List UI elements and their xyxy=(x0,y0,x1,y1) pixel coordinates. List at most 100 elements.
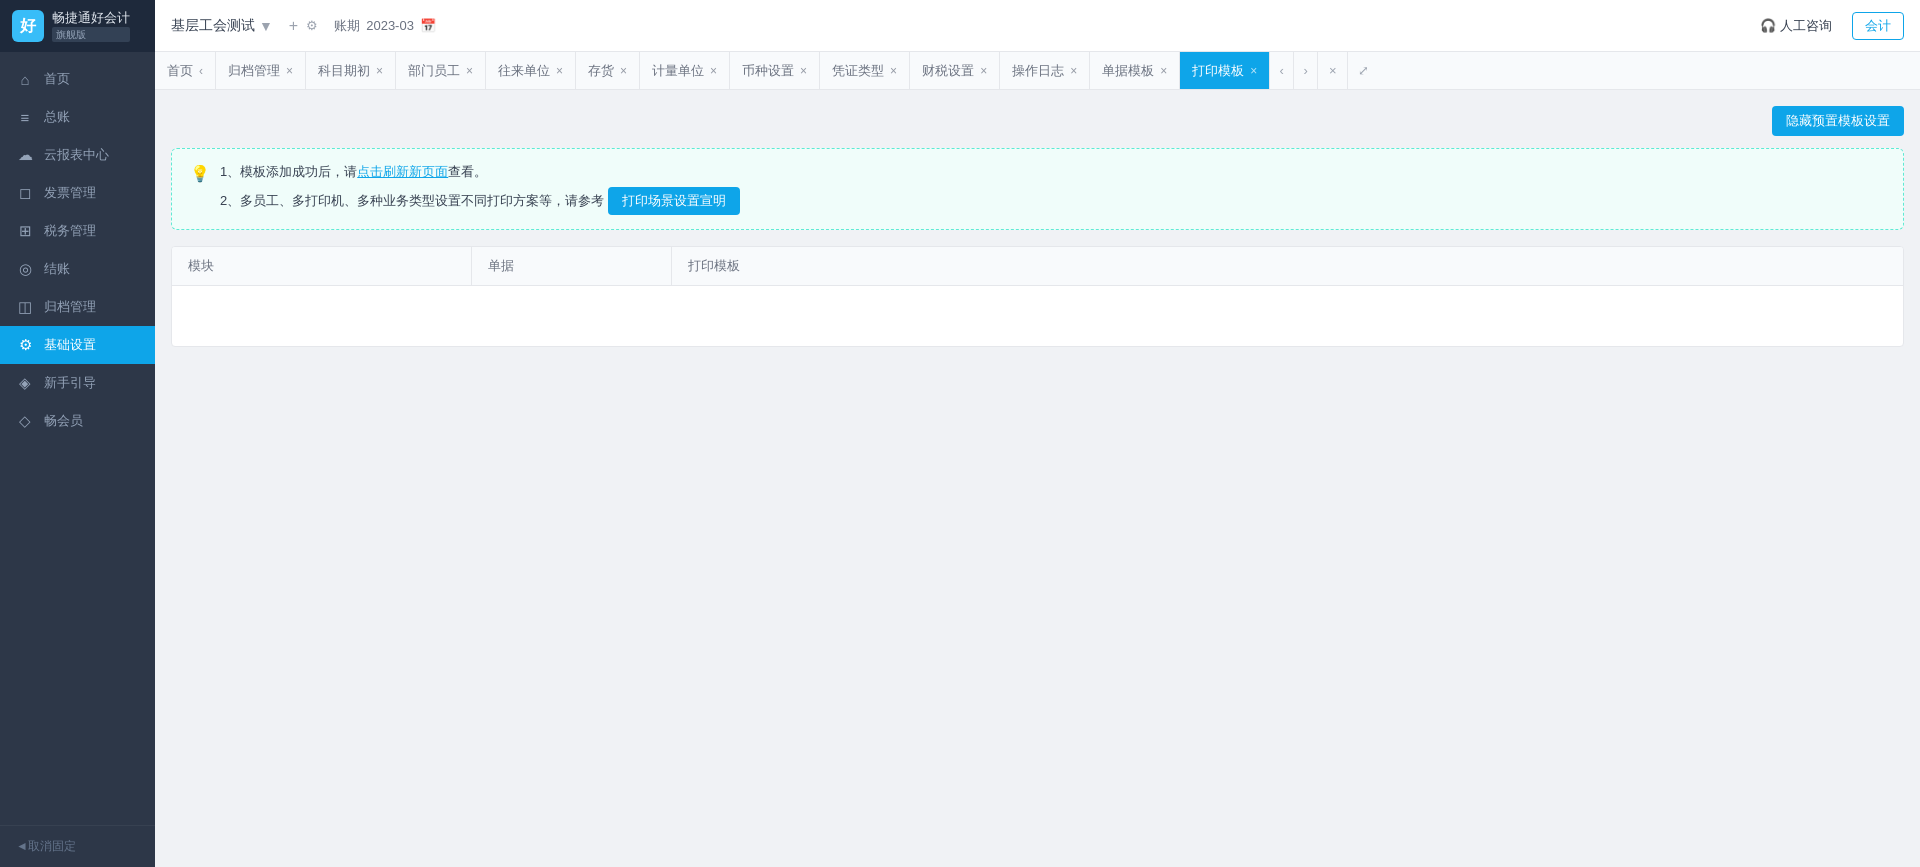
tab-print-template-label: 打印模板 xyxy=(1192,62,1244,80)
register-button[interactable]: 会计 xyxy=(1852,12,1904,40)
hide-template-button[interactable]: 隐藏预置模板设置 xyxy=(1772,106,1904,136)
th-print-template: 打印模板 xyxy=(672,247,1903,285)
tab-home-label: 首页 xyxy=(167,62,193,80)
tab-staff[interactable]: 部门员工 × xyxy=(396,52,486,90)
sidebar-item-reports[interactable]: ☁ 云报表中心 xyxy=(0,136,155,174)
sidebar-item-label: 基础设置 xyxy=(44,336,96,354)
sidebar-item-label: 畅会员 xyxy=(44,412,83,430)
tab-voucher-type-close[interactable]: × xyxy=(890,64,897,78)
tab-inventory[interactable]: 存货 × xyxy=(576,52,640,90)
sidebar-item-tax[interactable]: ⊞ 税务管理 xyxy=(0,212,155,250)
tab-expand-button[interactable]: ⤢ xyxy=(1348,52,1378,90)
tab-archive-mgmt[interactable]: 归档管理 × xyxy=(216,52,306,90)
tab-operation-log-close[interactable]: × xyxy=(1070,64,1077,78)
tab-units-close[interactable]: × xyxy=(710,64,717,78)
calendar-icon[interactable]: 📅 xyxy=(420,18,436,33)
guide-icon: ◈ xyxy=(16,374,34,392)
tab-partners[interactable]: 往来单位 × xyxy=(486,52,576,90)
tab-units-label: 计量单位 xyxy=(652,62,704,80)
tab-inventory-close[interactable]: × xyxy=(620,64,627,78)
tab-inventory-label: 存货 xyxy=(588,62,614,80)
tab-partners-label: 往来单位 xyxy=(498,62,550,80)
unpin-label: ◄取消固定 xyxy=(16,838,76,855)
tab-archive-mgmt-close[interactable]: × xyxy=(286,64,293,78)
tab-voucher-template[interactable]: 单据模板 × xyxy=(1090,52,1180,90)
tab-currency-close[interactable]: × xyxy=(800,64,807,78)
sidebar-item-label: 归档管理 xyxy=(44,298,96,316)
ledger-icon: ≡ xyxy=(16,109,34,126)
info-line1-suffix: 查看。 xyxy=(448,164,487,179)
info-row-2: 💡 2、多员工、多打印机、多种业务类型设置不同打印方案等，请参考 打印场景设置宣… xyxy=(190,187,1885,215)
print-explain-button[interactable]: 打印场景设置宣明 xyxy=(608,187,740,215)
sidebar: 好 畅捷通好会计 旗舰版 ⌂ 首页 ≡ 总账 ☁ 云报表中心 ◻ 发票管理 ⊞ … xyxy=(0,0,155,867)
period-label: 账期 xyxy=(334,17,360,35)
period-value: 2023-03 xyxy=(366,18,414,33)
sidebar-item-archive[interactable]: ◫ 归档管理 xyxy=(0,288,155,326)
tab-operation-log[interactable]: 操作日志 × xyxy=(1000,52,1090,90)
tab-print-template[interactable]: 打印模板 × xyxy=(1180,52,1270,90)
tab-staff-close[interactable]: × xyxy=(466,64,473,78)
tabbar: 首页 ‹ 归档管理 × 科目期初 × 部门员工 × 往来单位 × 存货 × 计量… xyxy=(155,52,1920,90)
tab-tax-settings-label: 财税设置 xyxy=(922,62,974,80)
tab-home[interactable]: 首页 ‹ xyxy=(155,52,216,90)
company-name: 基层工会测试 xyxy=(171,17,255,35)
sidebar-item-ledger[interactable]: ≡ 总账 xyxy=(0,98,155,136)
tab-tax-settings-close[interactable]: × xyxy=(980,64,987,78)
settings-gear-button[interactable]: ⚙ xyxy=(306,18,318,33)
content-area: 隐藏预置模板设置 💡 1、模板添加成功后，请点击刷新新页面查看。 💡 2、多员工… xyxy=(155,90,1920,867)
headset-icon: 🎧 xyxy=(1760,18,1776,33)
tab-voucher-type[interactable]: 凭证类型 × xyxy=(820,52,910,90)
logo-icon: 好 xyxy=(12,10,44,42)
tab-next-button[interactable]: › xyxy=(1294,52,1318,90)
logo-main-text: 畅捷通好会计 xyxy=(52,10,130,27)
tab-units[interactable]: 计量单位 × xyxy=(640,52,730,90)
info-box: 💡 1、模板添加成功后，请点击刷新新页面查看。 💡 2、多员工、多打印机、多种业… xyxy=(171,148,1904,230)
archive-icon: ◫ xyxy=(16,298,34,316)
hide-template-btn-container: 隐藏预置模板设置 xyxy=(171,106,1904,136)
ai-consult-label: 人工咨询 xyxy=(1780,17,1832,35)
tax-icon: ⊞ xyxy=(16,222,34,240)
refresh-link[interactable]: 点击刷新新页面 xyxy=(357,164,448,179)
tab-subjects-close[interactable]: × xyxy=(376,64,383,78)
logo-sub-text: 旗舰版 xyxy=(52,27,130,42)
sidebar-item-home[interactable]: ⌂ 首页 xyxy=(0,60,155,98)
tab-voucher-type-label: 凭证类型 xyxy=(832,62,884,80)
table-header: 模块 单据 打印模板 xyxy=(172,247,1903,286)
topbar-right: 🎧 人工咨询 会计 xyxy=(1752,12,1904,40)
sidebar-item-member[interactable]: ◇ 畅会员 xyxy=(0,402,155,440)
th-voucher: 单据 xyxy=(472,247,672,285)
tab-subjects[interactable]: 科目期初 × xyxy=(306,52,396,90)
sidebar-item-label: 结账 xyxy=(44,260,70,278)
main-area: 基层工会测试 ▼ + ⚙ 账期 2023-03 📅 🎧 人工咨询 会计 首页 ‹… xyxy=(155,0,1920,867)
sidebar-item-label: 新手引导 xyxy=(44,374,96,392)
tab-currency-label: 币种设置 xyxy=(742,62,794,80)
home-icon: ⌂ xyxy=(16,71,34,88)
tab-prev-button[interactable]: ‹ xyxy=(1270,52,1294,90)
sidebar-item-label: 税务管理 xyxy=(44,222,96,240)
member-icon: ◇ xyxy=(16,412,34,430)
tab-home-nav: ‹ xyxy=(199,64,203,78)
close-period-icon: ◎ xyxy=(16,260,34,278)
tab-currency[interactable]: 币种设置 × xyxy=(730,52,820,90)
unpin-button[interactable]: ◄取消固定 xyxy=(0,825,155,867)
tab-close-all-button[interactable]: × xyxy=(1318,52,1348,90)
sidebar-item-settings[interactable]: ⚙ 基础设置 xyxy=(0,326,155,364)
company-dropdown-arrow: ▼ xyxy=(259,18,273,34)
tab-tax-settings[interactable]: 财税设置 × xyxy=(910,52,1000,90)
sidebar-item-invoice[interactable]: ◻ 发票管理 xyxy=(0,174,155,212)
sidebar-item-guide[interactable]: ◈ 新手引导 xyxy=(0,364,155,402)
period-display: 账期 2023-03 📅 xyxy=(334,17,436,35)
sidebar-item-close[interactable]: ◎ 结账 xyxy=(0,250,155,288)
sidebar-item-label: 发票管理 xyxy=(44,184,96,202)
company-selector[interactable]: 基层工会测试 ▼ xyxy=(171,17,277,35)
tab-print-template-close[interactable]: × xyxy=(1250,64,1257,78)
sidebar-item-label: 首页 xyxy=(44,70,70,88)
sidebar-item-label: 总账 xyxy=(44,108,70,126)
tab-staff-label: 部门员工 xyxy=(408,62,460,80)
th-module: 模块 xyxy=(172,247,472,285)
ai-consult-button[interactable]: 🎧 人工咨询 xyxy=(1752,13,1840,39)
add-tab-button[interactable]: + xyxy=(289,17,298,35)
tab-voucher-template-close[interactable]: × xyxy=(1160,64,1167,78)
tab-partners-close[interactable]: × xyxy=(556,64,563,78)
table-body xyxy=(172,286,1903,346)
